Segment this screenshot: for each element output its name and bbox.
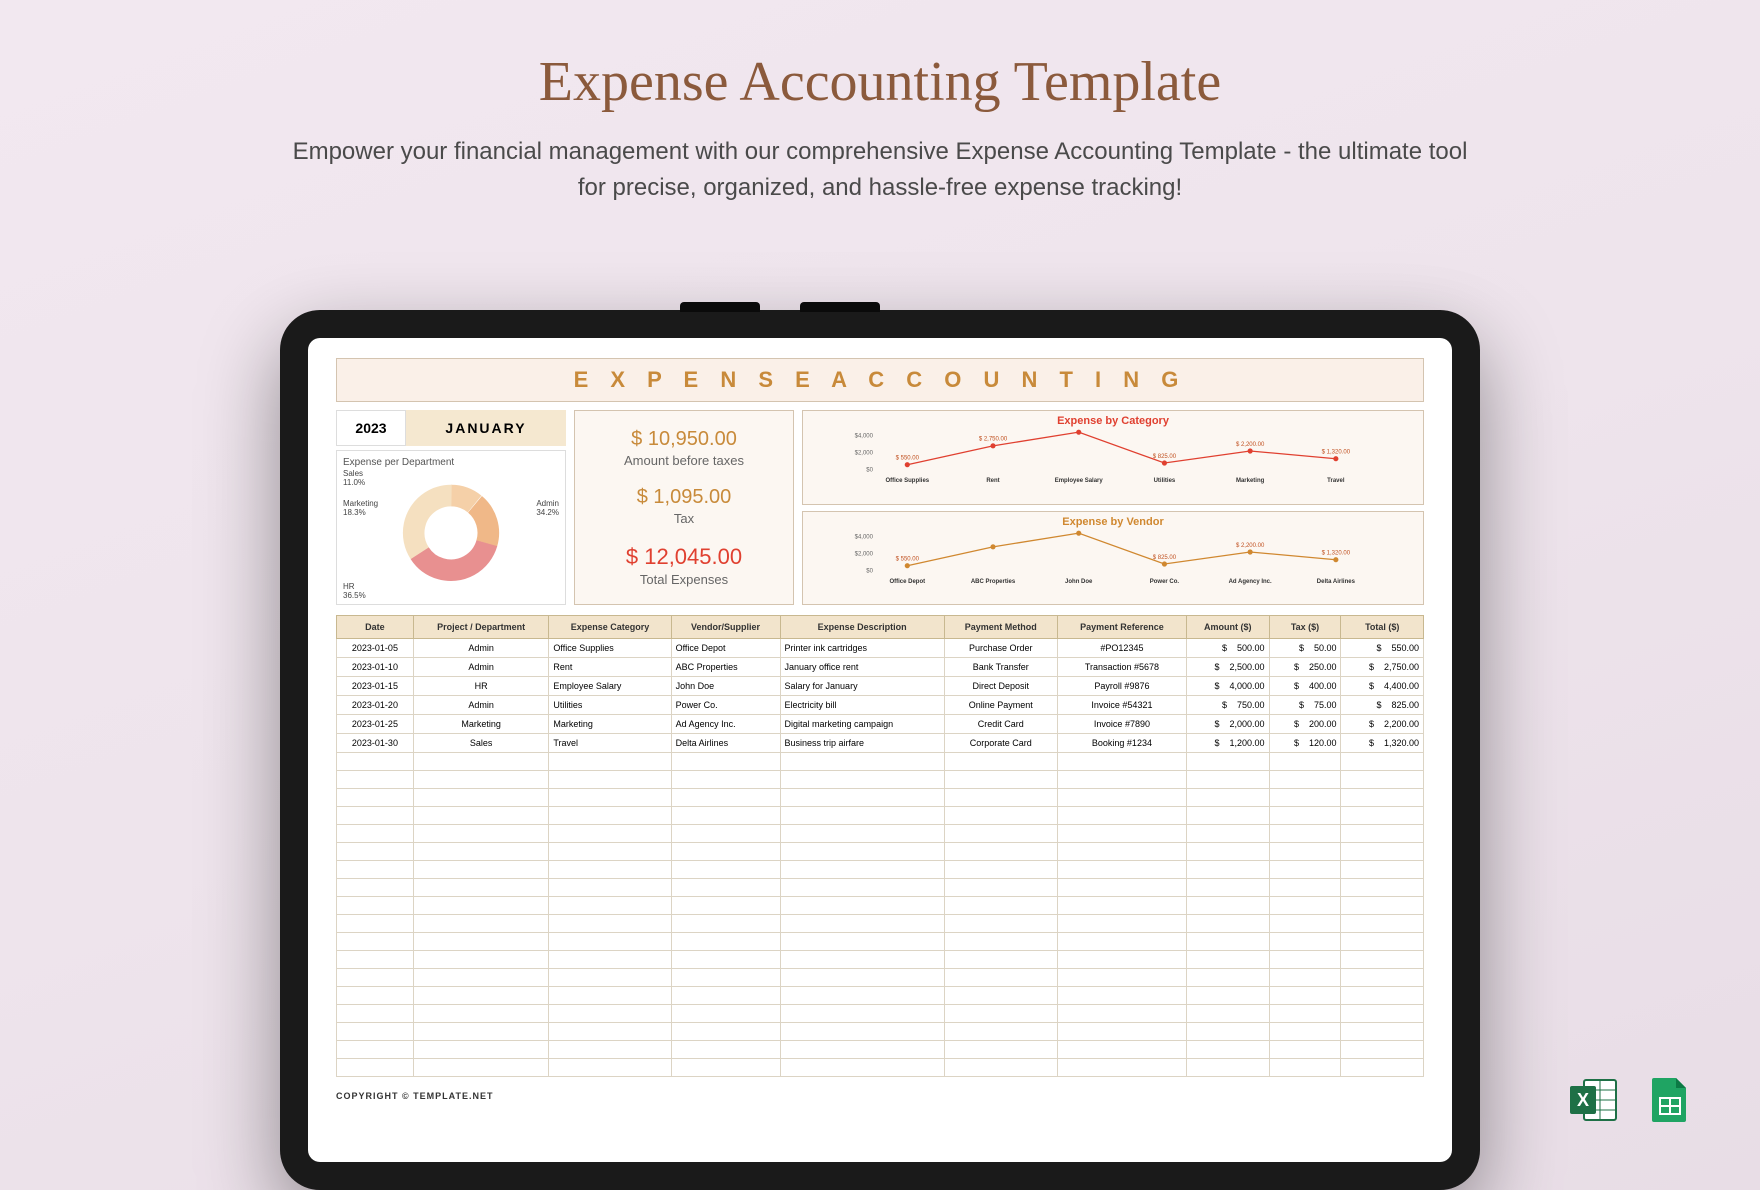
table-header: Expense Category — [549, 616, 671, 639]
table-header: Payment Reference — [1057, 616, 1186, 639]
svg-text:$ 1,320.00: $ 1,320.00 — [1322, 450, 1351, 456]
empty-row[interactable] — [337, 771, 1424, 789]
dept-hr-label: HR36.5% — [343, 582, 366, 600]
table-header: Expense Description — [780, 616, 944, 639]
page-title: Expense Accounting Template — [0, 50, 1760, 114]
svg-text:$0: $0 — [866, 468, 873, 474]
svg-text:Office Supplies: Office Supplies — [885, 478, 929, 484]
table-header: Date — [337, 616, 414, 639]
table-header: Tax ($) — [1269, 616, 1341, 639]
empty-row[interactable] — [337, 1005, 1424, 1023]
table-header-row: DateProject / DepartmentExpense Category… — [337, 616, 1424, 639]
empty-row[interactable] — [337, 1059, 1424, 1077]
table-row[interactable]: 2023-01-10AdminRentABC PropertiesJanuary… — [337, 658, 1424, 677]
table-row[interactable]: 2023-01-15HREmployee SalaryJohn DoeSalar… — [337, 677, 1424, 696]
svg-text:$0: $0 — [866, 568, 873, 574]
tax-amount: $ 1,095.00 — [583, 486, 785, 509]
svg-text:Employee Salary: Employee Salary — [1055, 478, 1104, 484]
svg-text:X: X — [1577, 1090, 1589, 1110]
empty-row[interactable] — [337, 915, 1424, 933]
table-row[interactable]: 2023-01-05AdminOffice SuppliesOffice Dep… — [337, 639, 1424, 658]
svg-text:$ 550.00: $ 550.00 — [896, 556, 920, 562]
empty-row[interactable] — [337, 807, 1424, 825]
svg-text:Ad Agency Inc.: Ad Agency Inc. — [1229, 578, 1272, 584]
svg-text:Delta Airlines: Delta Airlines — [1317, 578, 1356, 584]
table-header: Project / Department — [413, 616, 549, 639]
total-expenses-amount: $ 12,045.00 — [583, 544, 785, 570]
year-cell[interactable]: 2023 — [336, 410, 406, 446]
dept-marketing-label: Marketing18.3% — [343, 499, 378, 517]
table-row[interactable]: 2023-01-20AdminUtilitiesPower Co.Electri… — [337, 696, 1424, 715]
svg-text:$ 825.00: $ 825.00 — [1153, 454, 1177, 460]
category-chart-title: Expense by Category — [811, 415, 1415, 427]
empty-row[interactable] — [337, 843, 1424, 861]
table-header: Total ($) — [1341, 616, 1424, 639]
svg-text:Rent: Rent — [986, 478, 999, 484]
svg-text:$ 550.00: $ 550.00 — [896, 456, 920, 462]
table-header: Payment Method — [944, 616, 1057, 639]
month-cell[interactable]: JANUARY — [406, 410, 566, 446]
table-row[interactable]: 2023-01-25MarketingMarketingAd Agency In… — [337, 715, 1424, 734]
dept-admin-label: Admin34.2% — [536, 499, 559, 517]
table-row[interactable]: 2023-01-30SalesTravelDelta AirlinesBusin… — [337, 734, 1424, 753]
year-month-card: 2023 JANUARY Expense per Department Sale… — [336, 410, 566, 605]
empty-row[interactable] — [337, 879, 1424, 897]
empty-row[interactable] — [337, 861, 1424, 879]
total-expenses-label: Total Expenses — [583, 572, 785, 587]
svg-text:Travel: Travel — [1327, 478, 1345, 484]
empty-row[interactable] — [337, 933, 1424, 951]
line-charts-column: Expense by Category $4,000 $2,000 $0 $ 5… — [802, 410, 1424, 605]
svg-text:$4,000: $4,000 — [855, 534, 874, 540]
category-chart-svg: $4,000 $2,000 $0 $ 550.00 $ 2,750.00 $ 8… — [811, 427, 1415, 487]
empty-row[interactable] — [337, 825, 1424, 843]
svg-text:John Doe: John Doe — [1065, 578, 1093, 584]
svg-text:$ 2,200.00: $ 2,200.00 — [1236, 542, 1265, 548]
svg-text:Office Depot: Office Depot — [889, 578, 925, 584]
svg-text:$ 825.00: $ 825.00 — [1153, 554, 1177, 560]
donut-svg — [343, 468, 559, 588]
empty-row[interactable] — [337, 969, 1424, 987]
empty-row[interactable] — [337, 987, 1424, 1005]
amount-before-tax: $ 10,950.00 — [583, 428, 785, 451]
empty-row[interactable] — [337, 789, 1424, 807]
google-sheets-icon — [1640, 1070, 1700, 1130]
svg-text:$ 2,750.00: $ 2,750.00 — [979, 437, 1008, 443]
summary-card: $ 10,950.00 Amount before taxes $ 1,095.… — [574, 410, 794, 605]
expense-table[interactable]: DateProject / DepartmentExpense Category… — [336, 615, 1424, 1077]
amount-before-tax-label: Amount before taxes — [583, 453, 785, 468]
copyright-text: COPYRIGHT © TEMPLATE.NET — [336, 1091, 1424, 1101]
vendor-chart-title: Expense by Vendor — [811, 516, 1415, 528]
table-header: Vendor/Supplier — [671, 616, 780, 639]
svg-text:$2,000: $2,000 — [855, 450, 874, 456]
category-line-chart: Expense by Category $4,000 $2,000 $0 $ 5… — [802, 410, 1424, 505]
empty-row[interactable] — [337, 897, 1424, 915]
tablet-mockup: E X P E N S E A C C O U N T I N G 2023 J… — [280, 310, 1480, 1190]
dashboard-row: 2023 JANUARY Expense per Department Sale… — [336, 410, 1424, 605]
excel-icon: X — [1564, 1070, 1624, 1130]
empty-row[interactable] — [337, 951, 1424, 969]
vendor-line-chart: Expense by Vendor $4,000 $2,000 $0 $ 550… — [802, 511, 1424, 606]
svg-text:$2,000: $2,000 — [855, 551, 874, 557]
svg-text:Power Co.: Power Co. — [1150, 578, 1180, 584]
svg-text:$4,000: $4,000 — [855, 433, 874, 439]
app-icons-group: X — [1564, 1070, 1700, 1130]
dept-sales-label: Sales11.0% — [343, 469, 365, 487]
vendor-chart-svg: $4,000 $2,000 $0 $ 550.00 $ 825.00 $ 2,2… — [811, 528, 1415, 588]
dept-chart-title: Expense per Department — [343, 457, 559, 468]
empty-row[interactable] — [337, 753, 1424, 771]
page-subtitle: Empower your financial management with o… — [280, 134, 1480, 206]
svg-text:Marketing: Marketing — [1236, 478, 1265, 484]
svg-text:$ 2,200.00: $ 2,200.00 — [1236, 442, 1265, 448]
svg-text:Utilities: Utilities — [1154, 478, 1176, 484]
svg-text:ABC Properties: ABC Properties — [971, 578, 1016, 584]
empty-row[interactable] — [337, 1023, 1424, 1041]
dept-donut-chart: Expense per Department Sales11.0% Market… — [336, 450, 566, 605]
empty-row[interactable] — [337, 1041, 1424, 1059]
tax-label: Tax — [583, 511, 785, 526]
spreadsheet-screen: E X P E N S E A C C O U N T I N G 2023 J… — [308, 338, 1452, 1162]
sheet-title: E X P E N S E A C C O U N T I N G — [336, 358, 1424, 402]
svg-text:$ 1,320.00: $ 1,320.00 — [1322, 550, 1351, 556]
table-header: Amount ($) — [1187, 616, 1269, 639]
